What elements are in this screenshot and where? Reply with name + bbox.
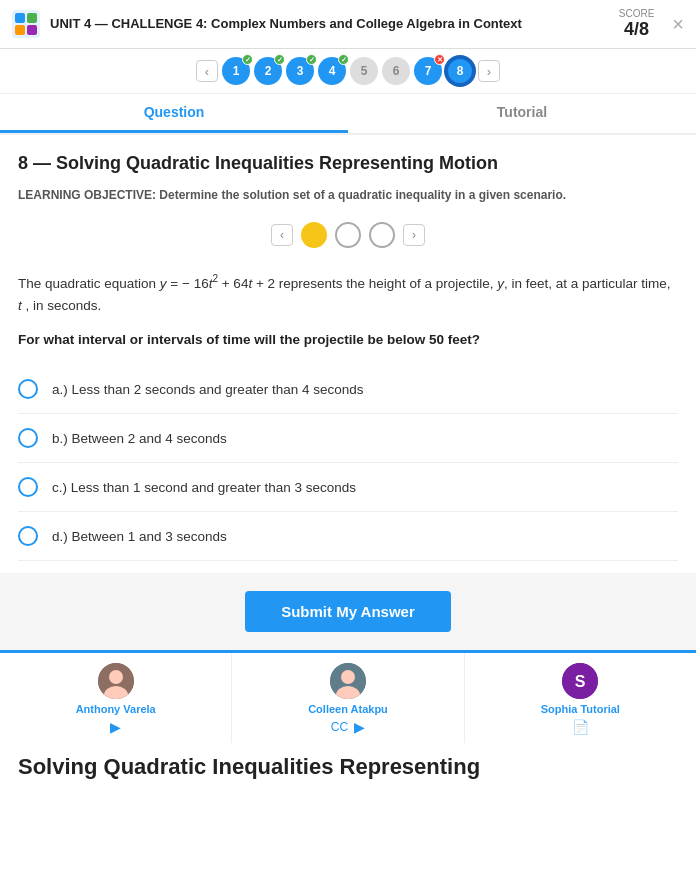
submit-area: Submit My Answer (0, 573, 696, 650)
unit-info: UNIT 4 — CHALLENGE 4: Complex Numbers an… (50, 16, 609, 33)
nav-next-arrow[interactable]: › (478, 60, 500, 82)
play-icon-colleen[interactable]: ▶ (354, 719, 365, 735)
answer-row-c[interactable]: c.) Less than 1 second and greater than … (18, 463, 678, 512)
radio-b[interactable] (18, 428, 38, 448)
radio-c[interactable] (18, 477, 38, 497)
learning-objective: LEARNING OBJECTIVE: Determine the soluti… (18, 186, 678, 204)
check-badge-1: ✓ (242, 54, 253, 65)
answer-choices: a.) Less than 2 seconds and greater than… (18, 365, 678, 561)
question-bubble-3[interactable]: 3 ✓ (286, 57, 314, 85)
step-next-arrow[interactable]: › (403, 224, 425, 246)
unit-title: UNIT 4 — CHALLENGE 4: Complex Numbers an… (50, 16, 609, 33)
captions-icon-colleen[interactable]: CC (331, 720, 348, 734)
step-prev-arrow[interactable]: ‹ (271, 224, 293, 246)
nav-prev-arrow[interactable]: ‹ (196, 60, 218, 82)
bottom-name-sophia: Sophia Tutorial (541, 703, 620, 715)
question-bold: For what interval or intervals of time w… (18, 332, 678, 347)
avatar-anthony (98, 663, 134, 699)
bottom-name-colleen: Colleen Atakpu (308, 703, 388, 715)
tab-tutorial[interactable]: Tutorial (348, 94, 696, 133)
avatar-sophia: S (562, 663, 598, 699)
question-bubble-2[interactable]: 2 ✓ (254, 57, 282, 85)
logo-icon (12, 10, 40, 38)
question-bubble-5[interactable]: 5 (350, 57, 378, 85)
score-value: 4/8 (619, 19, 655, 40)
svg-point-6 (109, 670, 123, 684)
question-paragraph: The quadratic equation y = − 16t2 + 64t … (18, 270, 678, 318)
step-navigation: ‹ › (18, 222, 678, 248)
tab-bar: Question Tutorial (0, 94, 696, 135)
radio-a[interactable] (18, 379, 38, 399)
bottom-item-colleen[interactable]: Colleen Atakpu CC ▶ (232, 653, 464, 743)
step-dot-2[interactable] (335, 222, 361, 248)
svg-rect-3 (15, 25, 25, 35)
answer-label-d: d.) Between 1 and 3 seconds (52, 529, 227, 544)
svg-rect-2 (27, 13, 37, 23)
svg-point-9 (341, 670, 355, 684)
bottom-item-sophia[interactable]: S Sophia Tutorial 📄 (465, 650, 696, 743)
check-badge-3: ✓ (306, 54, 317, 65)
bottom-icons-anthony: ▶ (110, 719, 121, 735)
answer-label-a: a.) Less than 2 seconds and greater than… (52, 382, 363, 397)
question-bubble-1[interactable]: 1 ✓ (222, 57, 250, 85)
bottom-icons-colleen: CC ▶ (331, 719, 365, 735)
peeking-title: Solving Quadratic Inequalities Represent… (18, 753, 678, 782)
play-icon-anthony[interactable]: ▶ (110, 719, 121, 735)
bottom-bar: Anthony Varela ▶ Colleen Atakpu CC ▶ S S… (0, 650, 696, 743)
bottom-name-anthony: Anthony Varela (76, 703, 156, 715)
radio-d[interactable] (18, 526, 38, 546)
question-bubble-4[interactable]: 4 ✓ (318, 57, 346, 85)
score-label: SCORE (619, 8, 655, 19)
learning-obj-text: Determine the solution set of a quadrati… (159, 188, 566, 202)
answer-label-c: c.) Less than 1 second and greater than … (52, 480, 356, 495)
svg-rect-4 (27, 25, 37, 35)
document-icon-sophia[interactable]: 📄 (572, 719, 589, 735)
answer-label-b: b.) Between 2 and 4 seconds (52, 431, 227, 446)
x-badge-7: ✕ (434, 54, 445, 65)
step-dot-1[interactable] (301, 222, 327, 248)
bottom-item-anthony[interactable]: Anthony Varela ▶ (0, 653, 232, 743)
question-bubble-8[interactable]: 8 (446, 57, 474, 85)
answer-row-b[interactable]: b.) Between 2 and 4 seconds (18, 414, 678, 463)
header: UNIT 4 — CHALLENGE 4: Complex Numbers an… (0, 0, 696, 49)
answer-row-d[interactable]: d.) Between 1 and 3 seconds (18, 512, 678, 561)
question-bubble-7[interactable]: 7 ✕ (414, 57, 442, 85)
answer-row-a[interactable]: a.) Less than 2 seconds and greater than… (18, 365, 678, 414)
tab-question[interactable]: Question (0, 94, 348, 133)
bottom-icons-sophia: 📄 (572, 719, 589, 735)
svg-text:S: S (575, 673, 586, 690)
main-content: 8 — Solving Quadratic Inequalities Repre… (0, 135, 696, 573)
check-badge-4: ✓ (338, 54, 349, 65)
submit-button[interactable]: Submit My Answer (245, 591, 451, 632)
peeking-section: Solving Quadratic Inequalities Represent… (0, 743, 696, 786)
avatar-colleen (330, 663, 366, 699)
check-badge-2: ✓ (274, 54, 285, 65)
learning-obj-prefix: LEARNING OBJECTIVE: (18, 188, 159, 202)
question-bubble-6[interactable]: 6 (382, 57, 410, 85)
svg-rect-1 (15, 13, 25, 23)
close-button[interactable]: × (672, 13, 684, 36)
step-dot-3[interactable] (369, 222, 395, 248)
section-title: 8 — Solving Quadratic Inequalities Repre… (18, 153, 678, 174)
score-display: SCORE 4/8 (619, 8, 655, 40)
question-nav: ‹ 1 ✓ 2 ✓ 3 ✓ 4 ✓ 5 6 7 ✕ 8 › (0, 49, 696, 94)
